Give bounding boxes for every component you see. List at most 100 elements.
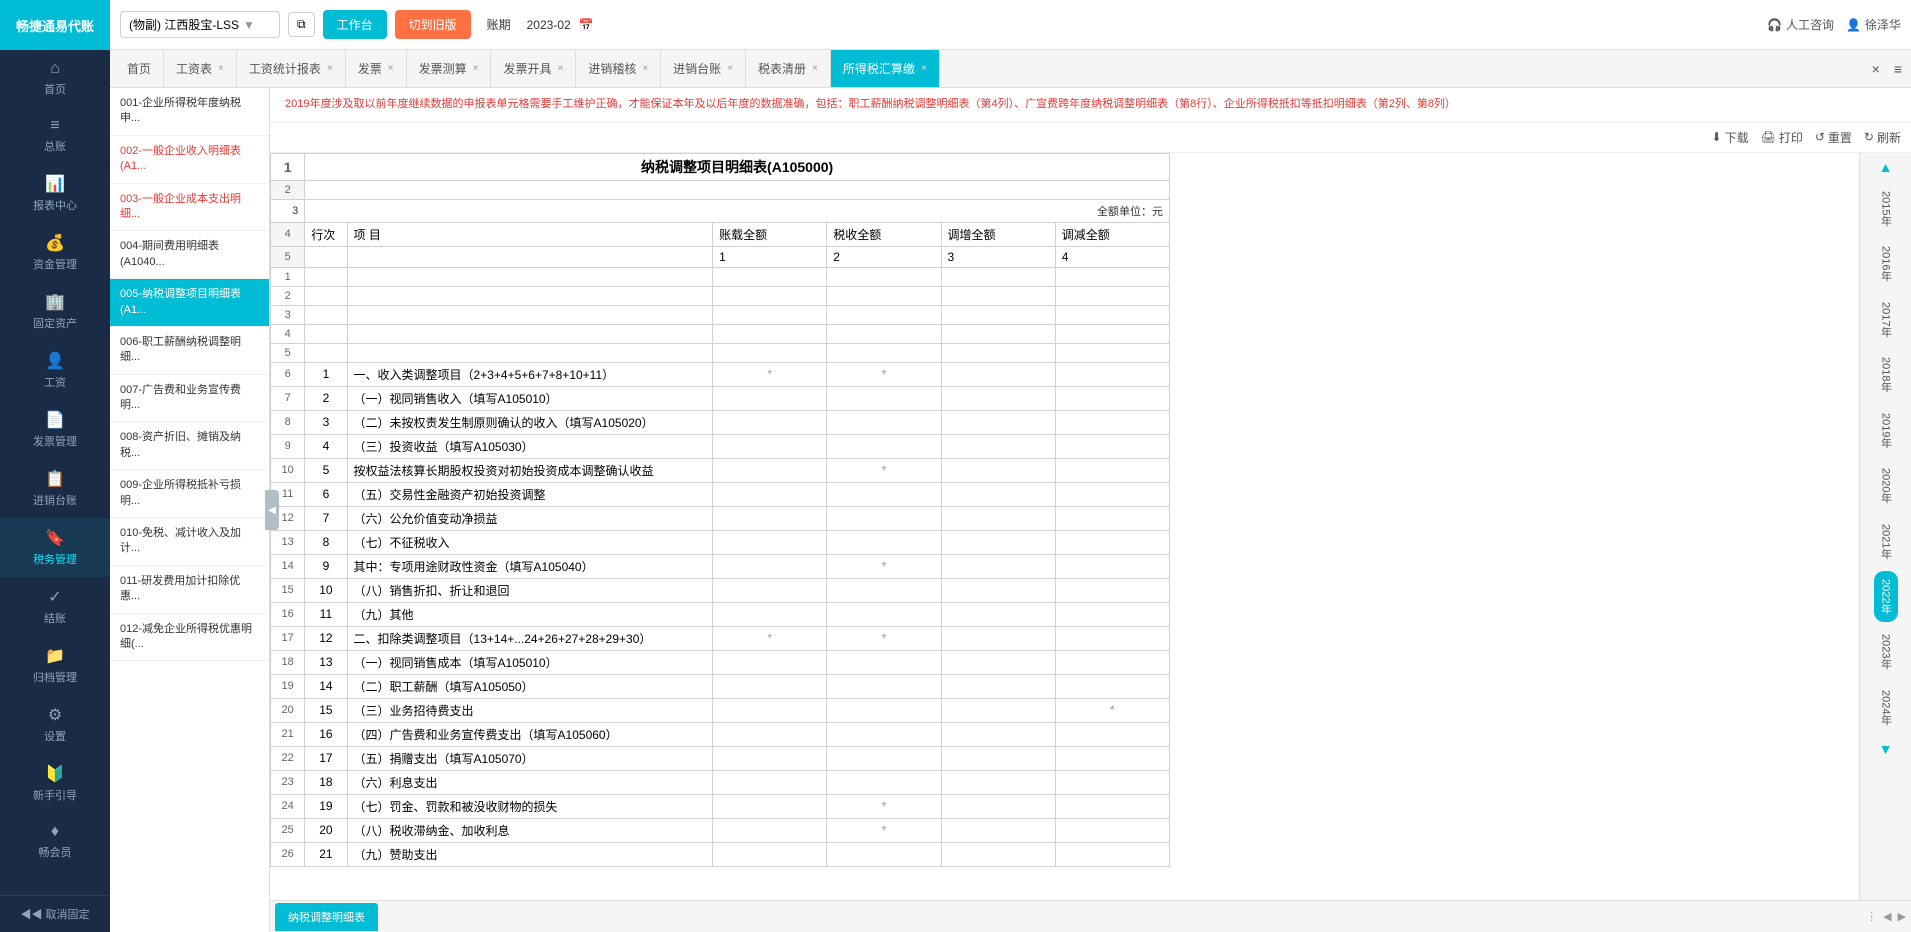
year-2021[interactable]: 2021年 bbox=[1874, 516, 1898, 567]
cell-c2[interactable] bbox=[827, 267, 941, 286]
cell-c1[interactable] bbox=[713, 818, 827, 842]
cell-c4[interactable] bbox=[1055, 386, 1169, 410]
item-text[interactable] bbox=[347, 305, 713, 324]
cell-c4[interactable] bbox=[1055, 506, 1169, 530]
tab-close-tax-list[interactable]: × bbox=[812, 63, 818, 74]
tab-close-check[interactable]: × bbox=[642, 63, 648, 74]
cell-c3[interactable] bbox=[941, 434, 1055, 458]
item-text[interactable] bbox=[347, 324, 713, 343]
company-selector[interactable]: (物副) 江西股宝-LSS ▼ bbox=[120, 11, 280, 38]
tab-close-invoice-issue[interactable]: × bbox=[557, 63, 563, 74]
cell-c4[interactable] bbox=[1055, 305, 1169, 324]
item-text[interactable]: 一、收入类调整项目（2+3+4+5+6+7+8+10+11） bbox=[347, 362, 713, 386]
cell-c3[interactable] bbox=[941, 506, 1055, 530]
left-panel-item-004[interactable]: 004-期间费用明细表(A1040... bbox=[110, 231, 269, 279]
cell-c1[interactable] bbox=[713, 343, 827, 362]
tab-close-salary[interactable]: × bbox=[218, 63, 224, 74]
cell-c4[interactable] bbox=[1055, 578, 1169, 602]
cell-c4[interactable] bbox=[1055, 458, 1169, 482]
year-2024[interactable]: 2024年 bbox=[1874, 682, 1898, 733]
left-panel-item-009[interactable]: 009-企业所得税抵补亏损明... bbox=[110, 470, 269, 518]
tab-income-tax[interactable]: 所得税汇算缴 × bbox=[831, 50, 940, 88]
tab-salary[interactable]: 工资表 × bbox=[164, 50, 237, 88]
cell-c2[interactable]: * bbox=[827, 794, 941, 818]
sidebar-item-tax[interactable]: 🔖 税务管理 bbox=[0, 518, 110, 577]
cell-c4[interactable] bbox=[1055, 626, 1169, 650]
tab-invoice-calc[interactable]: 发票测算 × bbox=[407, 50, 492, 88]
cell-c1[interactable] bbox=[713, 770, 827, 794]
sidebar-item-finance[interactable]: 💰 资金管理 bbox=[0, 223, 110, 282]
tab-close-income-tax[interactable]: × bbox=[921, 63, 927, 74]
year-nav-down[interactable]: ▼ bbox=[1873, 735, 1899, 763]
left-panel-item-003[interactable]: 003-一般企业成本支出明细... bbox=[110, 184, 269, 232]
left-panel-item-007[interactable]: 007-广告费和业务宣传费明... bbox=[110, 375, 269, 423]
cell-c2[interactable] bbox=[827, 650, 941, 674]
cell-c1[interactable] bbox=[713, 530, 827, 554]
tab-invoice-issue[interactable]: 发票开具 × bbox=[491, 50, 576, 88]
year-2018[interactable]: 2018年 bbox=[1874, 349, 1898, 400]
spreadsheet-scroll[interactable]: 1 纳税调整项目明细表(A105000) 2 3 全额单位 bbox=[270, 153, 1859, 900]
sidebar-item-report[interactable]: 📊 报表中心 bbox=[0, 164, 110, 223]
cell-c4[interactable] bbox=[1055, 343, 1169, 362]
left-panel-item-011[interactable]: 011-研发费用加计扣除优惠... bbox=[110, 566, 269, 614]
cell-c1[interactable] bbox=[713, 458, 827, 482]
cell-c2[interactable] bbox=[827, 386, 941, 410]
cell-c3[interactable] bbox=[941, 482, 1055, 506]
cell-c3[interactable] bbox=[941, 794, 1055, 818]
cell-c4[interactable] bbox=[1055, 362, 1169, 386]
item-text[interactable]: （一）视同销售成本（填写A105010） bbox=[347, 650, 713, 674]
user-menu[interactable]: 👤 徐泽华 bbox=[1846, 16, 1901, 33]
sheet-scroll-right-icon[interactable]: ▶ bbox=[1898, 910, 1906, 923]
cell-c4[interactable] bbox=[1055, 602, 1169, 626]
tab-salary-report[interactable]: 工资统计报表 × bbox=[237, 50, 346, 88]
old-version-button[interactable]: 切到旧版 bbox=[395, 10, 471, 39]
year-2023[interactable]: 2023年 bbox=[1874, 626, 1898, 677]
sidebar-item-member[interactable]: ♦ 畅会员 bbox=[0, 813, 110, 870]
cell-c2[interactable] bbox=[827, 434, 941, 458]
cell-c2[interactable]: * bbox=[827, 458, 941, 482]
year-2019[interactable]: 2019年 bbox=[1874, 405, 1898, 456]
cell-c1[interactable] bbox=[713, 267, 827, 286]
cell-c1[interactable] bbox=[713, 722, 827, 746]
calendar-icon[interactable]: 📅 bbox=[579, 18, 594, 32]
cell-c3[interactable] bbox=[941, 305, 1055, 324]
cell-c4[interactable] bbox=[1055, 482, 1169, 506]
close-all-tabs-button[interactable]: × bbox=[1868, 57, 1884, 81]
tab-close-ledger[interactable]: × bbox=[727, 63, 733, 74]
cell-c3[interactable] bbox=[941, 650, 1055, 674]
cell-c3[interactable] bbox=[941, 286, 1055, 305]
item-text[interactable]: （四）广告费和业务宣传费支出（填写A105060） bbox=[347, 722, 713, 746]
cell-c1[interactable] bbox=[713, 324, 827, 343]
cell-c3[interactable] bbox=[941, 530, 1055, 554]
cell-c2[interactable] bbox=[827, 722, 941, 746]
cell-c4[interactable] bbox=[1055, 286, 1169, 305]
cell-c4[interactable] bbox=[1055, 650, 1169, 674]
cell-c4[interactable] bbox=[1055, 746, 1169, 770]
reset-button[interactable]: ↺ 重置 bbox=[1815, 129, 1852, 146]
item-text[interactable] bbox=[347, 343, 713, 362]
item-text[interactable]: 其中：专项用途财政性资金（填写A105040） bbox=[347, 554, 713, 578]
tab-menu-button[interactable]: ≡ bbox=[1890, 57, 1906, 81]
cell-c1[interactable] bbox=[713, 554, 827, 578]
cell-c2[interactable] bbox=[827, 506, 941, 530]
cell-c3[interactable] bbox=[941, 324, 1055, 343]
cell-c4[interactable] bbox=[1055, 267, 1169, 286]
cell-c4[interactable] bbox=[1055, 842, 1169, 866]
item-text[interactable]: 按权益法核算长期股权投资对初始投资成本调整确认收益 bbox=[347, 458, 713, 482]
cell-c3[interactable] bbox=[941, 362, 1055, 386]
cell-c3[interactable] bbox=[941, 554, 1055, 578]
cell-c1[interactable] bbox=[713, 434, 827, 458]
copy-button[interactable]: ⧉ bbox=[288, 12, 315, 37]
cell-c2[interactable] bbox=[827, 482, 941, 506]
year-nav-up[interactable]: ▲ bbox=[1873, 153, 1899, 181]
cell-c1[interactable] bbox=[713, 410, 827, 434]
item-text[interactable]: （八）税收滞纳金、加收利息 bbox=[347, 818, 713, 842]
cell-c4[interactable] bbox=[1055, 674, 1169, 698]
cell-c4[interactable] bbox=[1055, 324, 1169, 343]
cell-c3[interactable] bbox=[941, 770, 1055, 794]
sidebar-item-assets[interactable]: 🏢 固定资产 bbox=[0, 282, 110, 341]
left-panel-item-002[interactable]: 002-一般企业收入明细表(A1... bbox=[110, 136, 269, 184]
tab-close-invoice-calc[interactable]: × bbox=[473, 63, 479, 74]
cell-c3[interactable] bbox=[941, 842, 1055, 866]
sidebar-item-salary[interactable]: 👤 工资 bbox=[0, 341, 110, 400]
